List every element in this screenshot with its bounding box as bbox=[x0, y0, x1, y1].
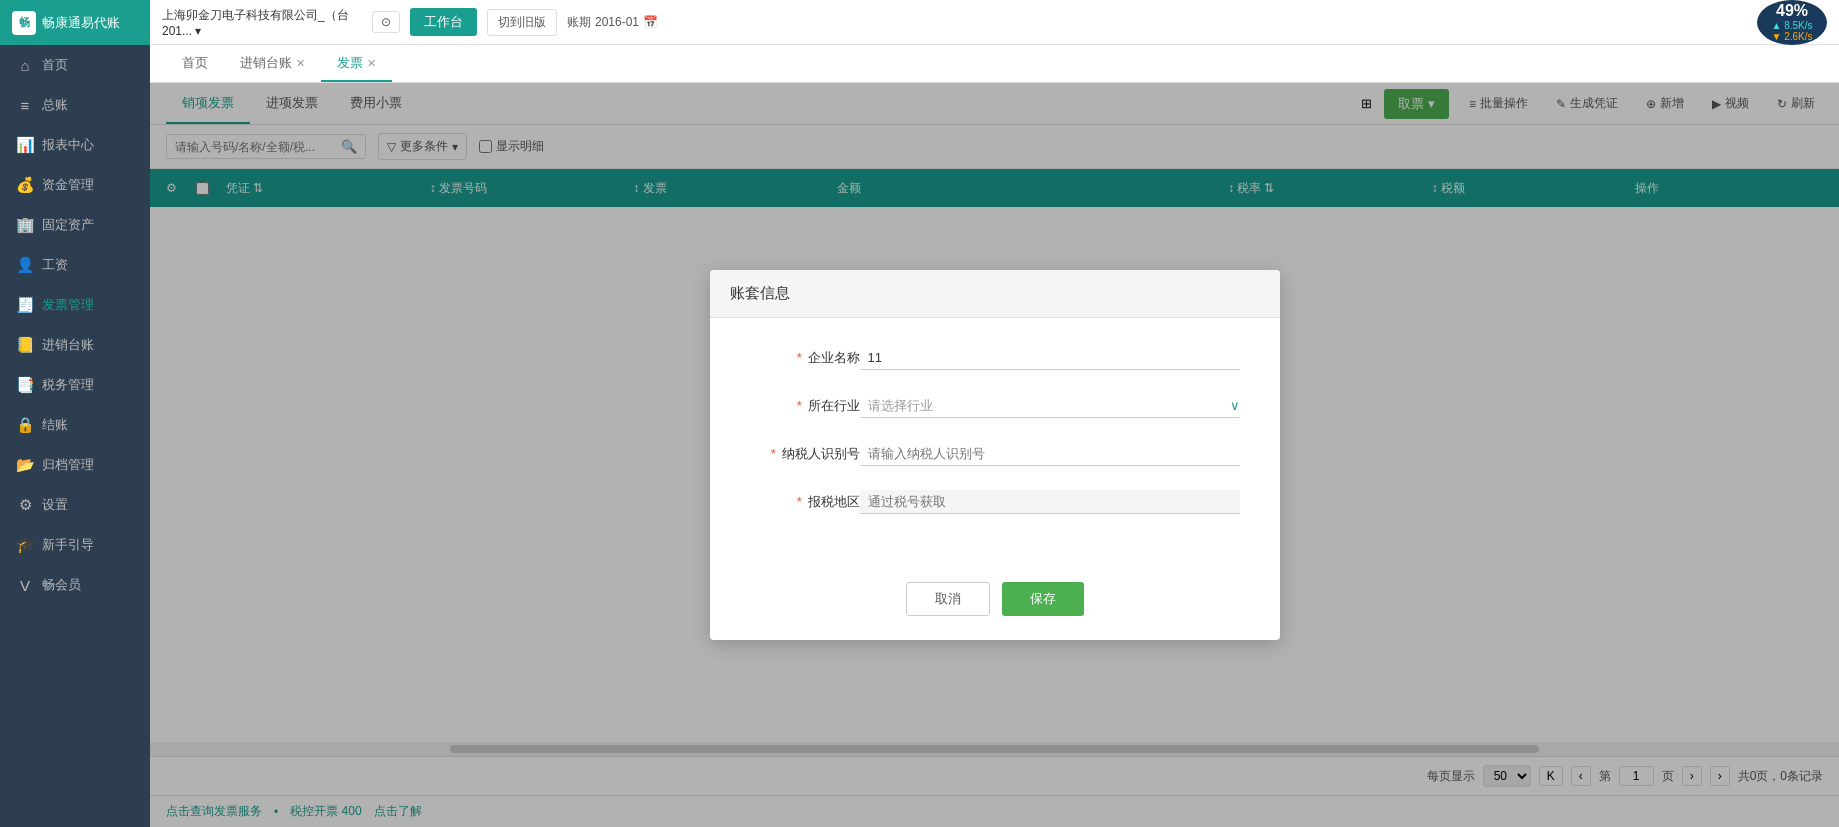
industry-select[interactable]: 请选择行业 bbox=[860, 394, 1230, 417]
sidebar-item-member[interactable]: V 畅会员 bbox=[0, 565, 150, 605]
sidebar-item-label: 工资 bbox=[42, 256, 68, 274]
sidebar-item-finance[interactable]: 💰 资金管理 bbox=[0, 165, 150, 205]
workbench-btn[interactable]: 工作台 bbox=[410, 8, 477, 36]
speed-indicator: 49% ▲ 8.5K/s ▼ 2.6K/s bbox=[1757, 0, 1827, 45]
dialog-account-info: 账套信息 * 企业名称 * 所在行业 bbox=[710, 270, 1280, 640]
label-industry: * 所在行业 bbox=[750, 397, 860, 415]
content-area: 销项发票 进项发票 费用小票 ⊞ 取票 ▾ ≡ 批量操作 ✎ bbox=[150, 83, 1839, 827]
close-books-icon: 🔒 bbox=[16, 416, 34, 434]
sidebar-item-invoice[interactable]: 🧾 发票管理 bbox=[0, 285, 150, 325]
input-company-name[interactable] bbox=[860, 346, 1240, 370]
chevron-down-icon: ∨ bbox=[1230, 398, 1240, 413]
sidebar-item-label: 资金管理 bbox=[42, 176, 94, 194]
invoice-icon: 🧾 bbox=[16, 296, 34, 314]
label-company: * 企业名称 bbox=[750, 349, 860, 367]
sidebar-item-payroll[interactable]: 👤 工资 bbox=[0, 245, 150, 285]
close-tab-sales[interactable]: ✕ bbox=[296, 57, 305, 70]
save-btn[interactable]: 保存 bbox=[1002, 582, 1084, 616]
assets-icon: 🏢 bbox=[16, 216, 34, 234]
form-row-company: * 企业名称 bbox=[750, 346, 1240, 370]
label-tax-id: * 纳税人识别号 bbox=[750, 445, 860, 463]
close-tab-invoice[interactable]: ✕ bbox=[367, 57, 376, 70]
company-selector[interactable]: 上海卯金刀电子科技有限公司_（台201... ▾ bbox=[162, 7, 362, 38]
main-content: 上海卯金刀电子科技有限公司_（台201... ▾ ⊙ 工作台 切到旧版 账期 2… bbox=[150, 0, 1839, 827]
dialog-title: 账套信息 bbox=[710, 270, 1280, 318]
ledger-icon: ≡ bbox=[16, 97, 34, 114]
tab-bar: 首页 进销台账 ✕ 发票 ✕ bbox=[150, 45, 1839, 83]
sidebar: 畅 畅康通易代账 ⌂ 首页 ≡ 总账 📊 报表中心 💰 资金管理 🏢 固定资产 … bbox=[0, 0, 150, 827]
cancel-btn[interactable]: 取消 bbox=[906, 582, 990, 616]
sidebar-item-label: 畅会员 bbox=[42, 576, 81, 594]
sales-icon: 📒 bbox=[16, 336, 34, 354]
top-header: 上海卯金刀电子科技有限公司_（台201... ▾ ⊙ 工作台 切到旧版 账期 2… bbox=[150, 0, 1839, 45]
sidebar-item-label: 设置 bbox=[42, 496, 68, 514]
app-logo: 畅 畅康通易代账 bbox=[0, 0, 150, 45]
sidebar-item-reports[interactable]: 📊 报表中心 bbox=[0, 125, 150, 165]
input-tax-id[interactable] bbox=[860, 442, 1240, 466]
archive-icon: 📂 bbox=[16, 456, 34, 474]
old-version-btn[interactable]: 切到旧版 bbox=[487, 9, 557, 36]
sidebar-item-label: 结账 bbox=[42, 416, 68, 434]
sidebar-item-label: 发票管理 bbox=[42, 296, 94, 314]
member-icon: V bbox=[16, 577, 34, 594]
sidebar-item-label: 首页 bbox=[42, 56, 68, 74]
company-name: 上海卯金刀电子科技有限公司_（台201... ▾ bbox=[162, 7, 362, 38]
sidebar-item-home[interactable]: ⌂ 首页 bbox=[0, 45, 150, 85]
sidebar-item-guide[interactable]: 🎓 新手引导 bbox=[0, 525, 150, 565]
industry-select-wrapper[interactable]: 请选择行业 ∨ bbox=[860, 394, 1240, 418]
tab-invoice[interactable]: 发票 ✕ bbox=[321, 46, 392, 82]
dialog-footer: 取消 保存 bbox=[710, 566, 1280, 640]
payroll-icon: 👤 bbox=[16, 256, 34, 274]
logo-icon: 畅 bbox=[12, 11, 36, 35]
reports-icon: 📊 bbox=[16, 136, 34, 154]
sidebar-item-sales[interactable]: 📒 进销台账 bbox=[0, 325, 150, 365]
sidebar-item-label: 总账 bbox=[42, 96, 68, 114]
sidebar-item-label: 税务管理 bbox=[42, 376, 94, 394]
tab-sales-ledger[interactable]: 进销台账 ✕ bbox=[224, 46, 321, 82]
dialog-body: * 企业名称 * 所在行业 请选择行业 bbox=[710, 318, 1280, 566]
copy-btn[interactable]: ⊙ bbox=[372, 11, 400, 33]
app-name: 畅康通易代账 bbox=[42, 14, 120, 32]
period-info: 账期 2016-01 📅 bbox=[567, 14, 658, 31]
input-tax-region bbox=[860, 490, 1240, 514]
home-icon: ⌂ bbox=[16, 57, 34, 74]
modal-overlay: 账套信息 * 企业名称 * 所在行业 bbox=[150, 83, 1839, 827]
form-row-tax-id: * 纳税人识别号 bbox=[750, 442, 1240, 466]
guide-icon: 🎓 bbox=[16, 536, 34, 554]
calendar-icon[interactable]: 📅 bbox=[643, 15, 658, 29]
sidebar-item-tax[interactable]: 📑 税务管理 bbox=[0, 365, 150, 405]
form-row-industry: * 所在行业 请选择行业 ∨ bbox=[750, 394, 1240, 418]
sidebar-item-label: 归档管理 bbox=[42, 456, 94, 474]
finance-icon: 💰 bbox=[16, 176, 34, 194]
tax-icon: 📑 bbox=[16, 376, 34, 394]
sidebar-item-label: 报表中心 bbox=[42, 136, 94, 154]
sidebar-item-ledger[interactable]: ≡ 总账 bbox=[0, 85, 150, 125]
sidebar-item-assets[interactable]: 🏢 固定资产 bbox=[0, 205, 150, 245]
sidebar-item-settings[interactable]: ⚙ 设置 bbox=[0, 485, 150, 525]
tab-home[interactable]: 首页 bbox=[166, 46, 224, 82]
sidebar-item-close[interactable]: 🔒 结账 bbox=[0, 405, 150, 445]
header-right: 49% ▲ 8.5K/s ▼ 2.6K/s bbox=[1757, 0, 1827, 45]
sidebar-item-label: 进销台账 bbox=[42, 336, 94, 354]
sidebar-item-label: 固定资产 bbox=[42, 216, 94, 234]
settings-icon: ⚙ bbox=[16, 496, 34, 514]
label-tax-region: * 报税地区 bbox=[750, 493, 860, 511]
sidebar-item-label: 新手引导 bbox=[42, 536, 94, 554]
sidebar-item-archive[interactable]: 📂 归档管理 bbox=[0, 445, 150, 485]
form-row-tax-region: * 报税地区 bbox=[750, 490, 1240, 514]
